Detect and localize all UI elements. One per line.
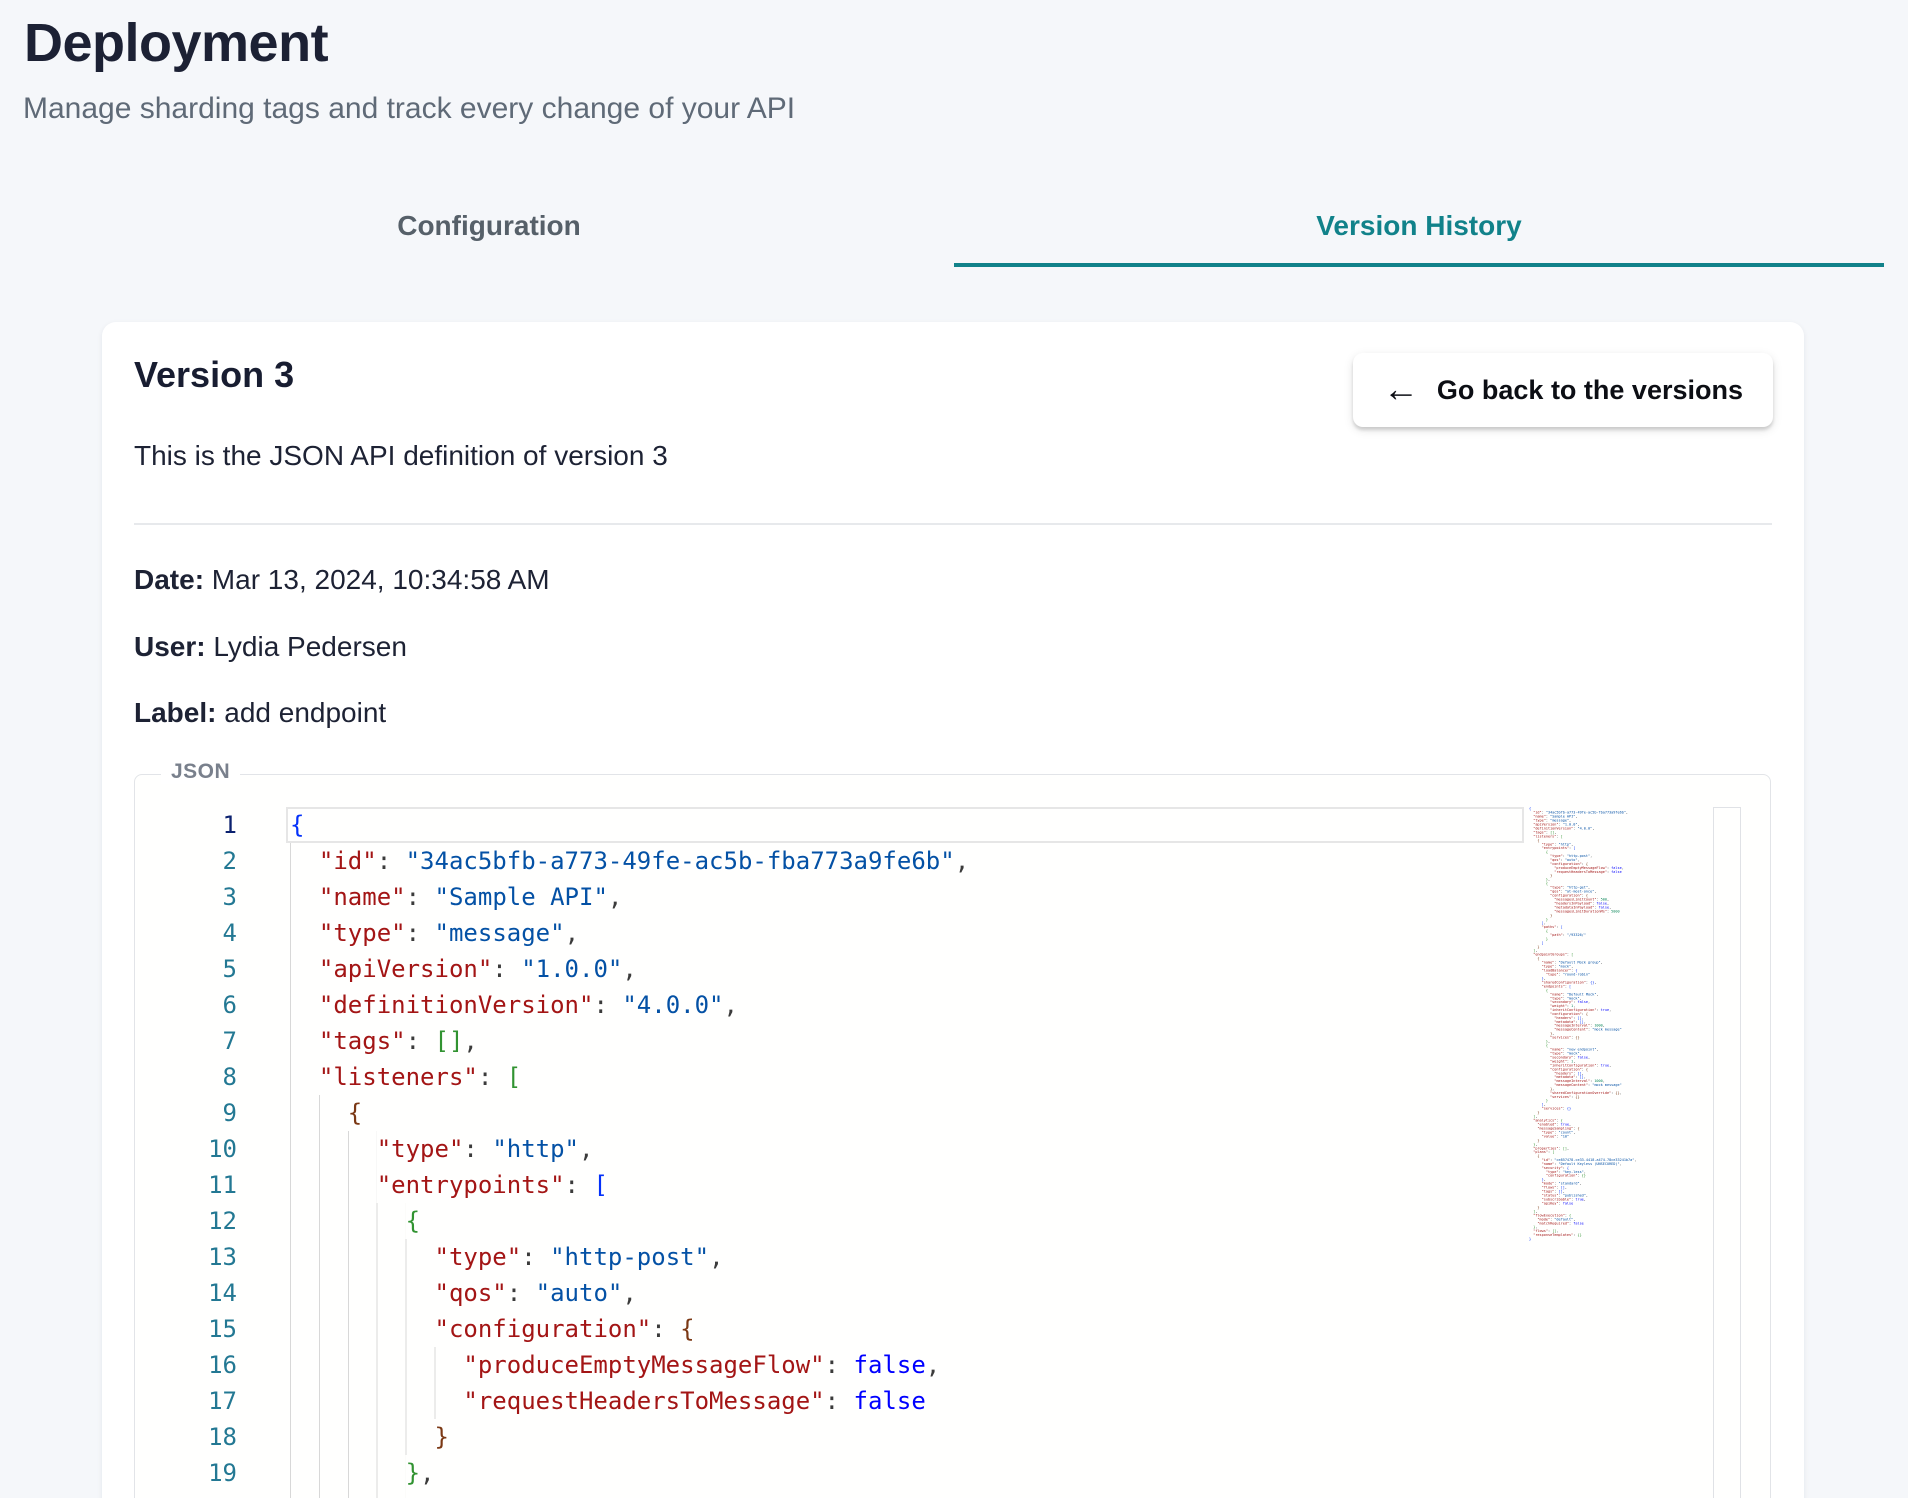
minimap-content: { "id": "34ac5bfb-a773-49fe-ac5b-fba773a… [1529,807,1714,1241]
code-text: "configuration": { [290,1311,695,1347]
code-text: "type": "http-post", [290,1239,724,1275]
code-text: } [290,1419,449,1455]
line-number: 9 [137,1095,237,1131]
line-number: 6 [137,987,237,1023]
code-text: "apiVersion": "1.0.0", [290,951,637,987]
code-line: 18 } [137,1419,1527,1455]
tab-version-history[interactable]: Version History [954,196,1884,267]
code-line: 8 "listeners": [ [137,1059,1527,1095]
meta-label-value: add endpoint [224,697,386,728]
line-number: 15 [137,1311,237,1347]
current-line-highlight [286,807,1524,843]
line-number: 13 [137,1239,237,1275]
line-number: 18 [137,1419,237,1455]
editor-minimap[interactable]: { "id": "34ac5bfb-a773-49fe-ac5b-fba773a… [1529,807,1714,1243]
code-line: 7 "tags": [], [137,1023,1527,1059]
version-description: This is the JSON API definition of versi… [134,440,668,472]
line-number: 7 [137,1023,237,1059]
code-line: 14 "qos": "auto", [137,1275,1527,1311]
code-line: 2 "id": "34ac5bfb-a773-49fe-ac5b-fba773a… [137,843,1527,879]
meta-date-value: Mar 13, 2024, 10:34:58 AM [212,564,550,595]
go-back-to-versions-label: Go back to the versions [1437,375,1743,406]
deployment-page: Deployment Manage sharding tags and trac… [0,0,1908,1498]
line-number: 3 [137,879,237,915]
code-text: { [290,1203,420,1239]
meta-date: Date: Mar 13, 2024, 10:34:58 AM [134,564,550,596]
code-line: 10 "type": "http", [137,1131,1527,1167]
code-text: "type": "message", [290,915,579,951]
line-number: 17 [137,1383,237,1419]
version-title: Version 3 [134,354,294,396]
meta-user-label: User: [134,631,206,662]
code-text: "qos": "auto", [290,1275,637,1311]
code-line: 15 "configuration": { [137,1311,1527,1347]
line-number: 11 [137,1167,237,1203]
line-number: 5 [137,951,237,987]
code-editor[interactable]: 1{2 "id": "34ac5bfb-a773-49fe-ac5b-fba77… [137,807,1527,1498]
code-line: 3 "name": "Sample API", [137,879,1527,915]
code-line: 9 { [137,1095,1527,1131]
editor-scrollbar[interactable] [1713,807,1741,1498]
code-line: 11 "entrypoints": [ [137,1167,1527,1203]
meta-label: Label: add endpoint [134,697,386,729]
line-number: 8 [137,1059,237,1095]
code-line: 4 "type": "message", [137,915,1527,951]
line-number: 14 [137,1275,237,1311]
code-line: 1{ [137,807,1527,843]
line-number: 12 [137,1203,237,1239]
line-number: 16 [137,1347,237,1383]
code-text: "listeners": [ [290,1059,521,1095]
code-text: "entrypoints": [ [290,1167,608,1203]
meta-user-value: Lydia Pedersen [213,631,407,662]
page-title: Deployment [24,12,328,74]
line-number: 4 [137,915,237,951]
code-text: { [290,807,304,843]
meta-user: User: Lydia Pedersen [134,631,407,663]
code-text: "tags": [], [290,1023,478,1059]
code-text: }, [290,1455,435,1491]
tab-bar: Configuration Version History [24,196,1884,267]
code-text: { [290,1491,420,1498]
code-text: "produceEmptyMessageFlow": false, [290,1347,940,1383]
line-number: 10 [137,1131,237,1167]
left-arrow-icon: ← [1383,371,1419,407]
page-subtitle: Manage sharding tags and track every cha… [23,92,795,126]
line-number: 20 [137,1491,237,1498]
code-line: 19 }, [137,1455,1527,1491]
code-text: "definitionVersion": "4.0.0", [290,987,738,1023]
tab-configuration[interactable]: Configuration [24,196,954,267]
tab-configuration-label: Configuration [397,210,581,242]
code-line: 5 "apiVersion": "1.0.0", [137,951,1527,987]
code-line: 12 { [137,1203,1527,1239]
line-number: 1 [137,807,237,843]
code-text: "type": "http", [290,1131,593,1167]
code-text: "name": "Sample API", [290,879,622,915]
code-line: 16 "produceEmptyMessageFlow": false, [137,1347,1527,1383]
code-line: 13 "type": "http-post", [137,1239,1527,1275]
meta-label-label: Label: [134,697,216,728]
version-detail-card: Version 3 ← Go back to the versions This… [102,322,1804,1498]
go-back-to-versions-button[interactable]: ← Go back to the versions [1353,353,1773,427]
tab-version-history-label: Version History [1316,210,1521,242]
line-number: 2 [137,843,237,879]
code-line: 6 "definitionVersion": "4.0.0", [137,987,1527,1023]
meta-date-label: Date: [134,564,204,595]
code-text: "id": "34ac5bfb-a773-49fe-ac5b-fba773a9f… [290,843,969,879]
code-line: 17 "requestHeadersToMessage": false [137,1383,1527,1419]
json-editor-group: JSON 1{2 "id": "34ac5bfb-a773-49fe-ac5b-… [134,774,1771,1498]
json-group-label: JSON [161,760,240,784]
code-line: 20 { [137,1491,1527,1498]
code-text: { [290,1095,362,1131]
code-text: "requestHeadersToMessage": false [290,1383,926,1419]
line-number: 19 [137,1455,237,1491]
divider [134,523,1772,525]
